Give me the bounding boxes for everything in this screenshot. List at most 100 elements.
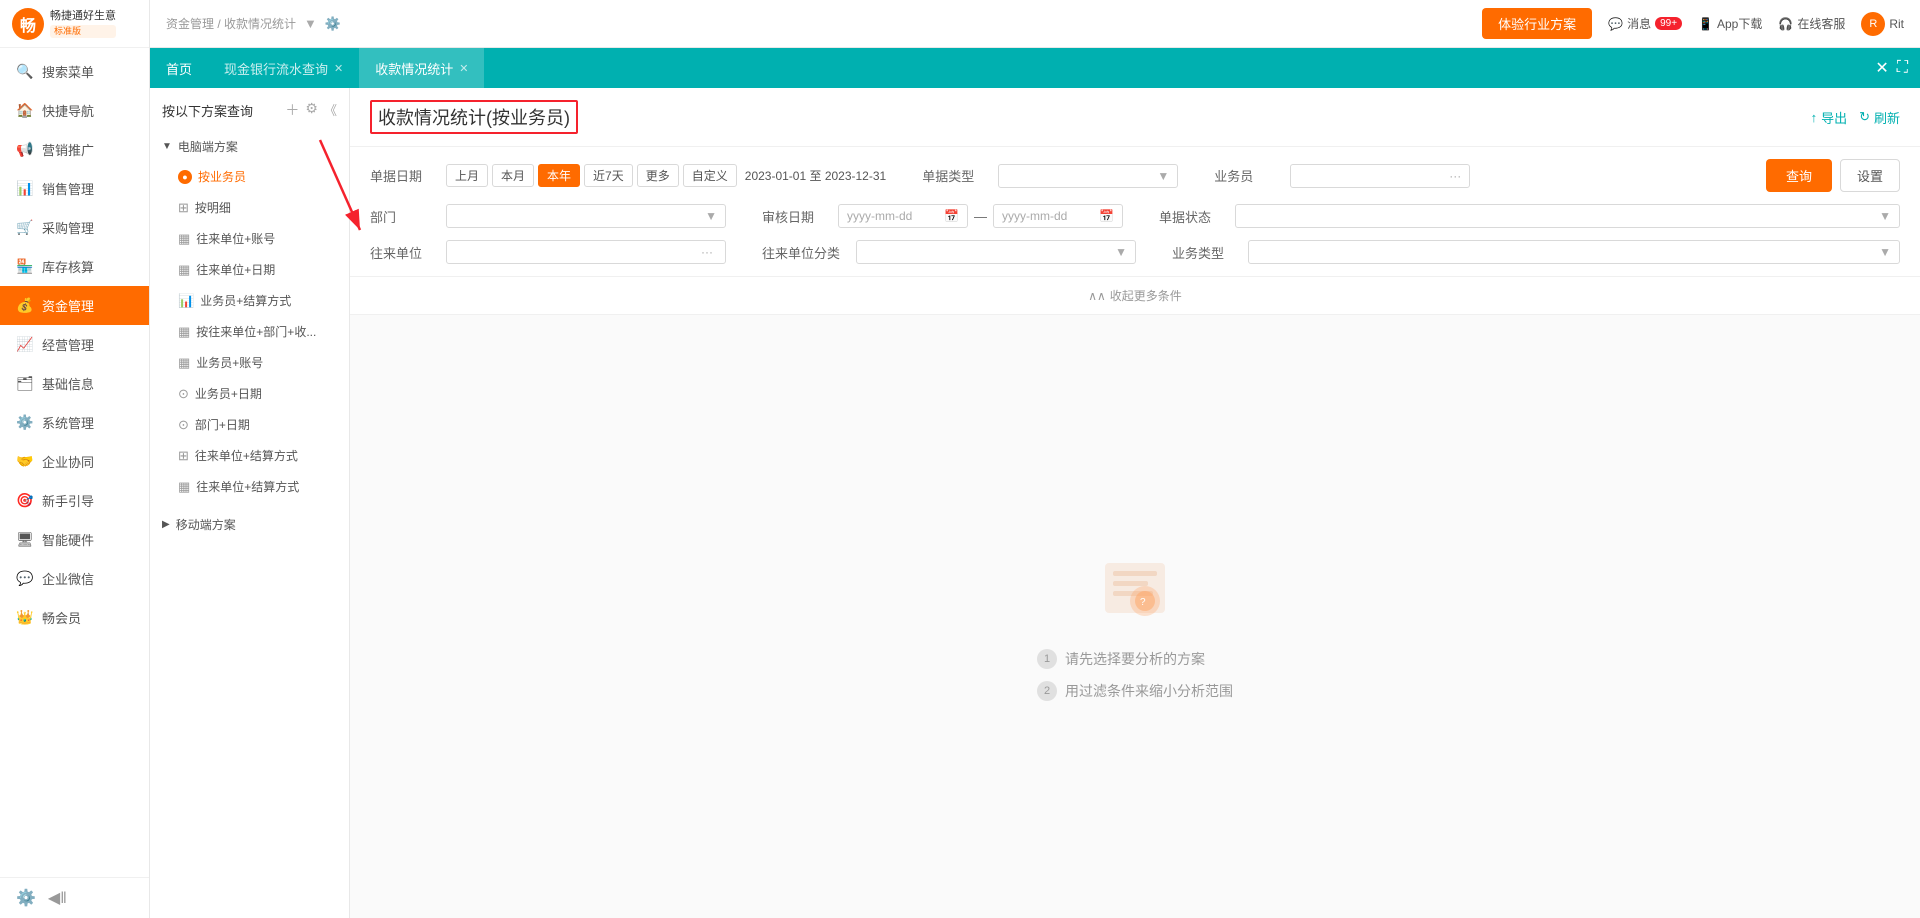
trial-btn[interactable]: 体验行业方案 (1482, 8, 1592, 39)
audit-date-to[interactable]: yyyy-mm-dd 📅 (993, 204, 1123, 228)
page-header: 收款情况统计(按业务员) ↑ 导出 ↻ 刷新 (350, 88, 1920, 147)
date-this-month-btn[interactable]: 本月 (492, 164, 534, 187)
table-icon-2: ▦ (178, 262, 190, 278)
clock-icon-1: ⊙ (178, 386, 189, 402)
biz-type-select[interactable]: ▼ (1248, 240, 1900, 264)
scheme-by-salesperson[interactable]: ● 按业务员 (150, 161, 349, 192)
message-btn[interactable]: 💬 消息 99+ (1608, 15, 1682, 32)
tab-close-collection[interactable]: ✕ (459, 62, 468, 75)
marketing-icon: 📢 (16, 141, 34, 159)
sidebar-item-newbie[interactable]: 🎯 新手引导 (0, 481, 149, 520)
setting-btn[interactable]: 设置 (1840, 159, 1900, 192)
empty-step-2: 2 用过滤条件来缩小分析范围 (1037, 681, 1233, 701)
date-this-year-btn[interactable]: 本年 (538, 164, 580, 187)
desktop-section-title[interactable]: ▼ 电脑端方案 (150, 132, 349, 161)
dept-label: 部门 (370, 207, 430, 226)
collapse-filter-btn[interactable]: ∧∧ 收起更多条件 (1088, 287, 1182, 304)
scheme-counterparty-settlement2[interactable]: ▦ 往来单位+结算方式 (150, 471, 349, 502)
doc-type-dropdown-arrow: ▼ (1157, 169, 1169, 183)
scheme-by-detail[interactable]: ⊞ 按明细 (150, 192, 349, 223)
date-more-btn[interactable]: 更多 (637, 164, 679, 187)
sidebar-item-enterprise[interactable]: 🤝 企业协同 (0, 442, 149, 481)
breadcrumb: 资金管理 / 收款情况统计 (166, 15, 296, 32)
wechat-icon: 💬 (16, 570, 34, 588)
sidebar-item-purchase[interactable]: 🛒 采购管理 (0, 208, 149, 247)
mobile-schemes-section: ▶ 移动端方案 (150, 506, 349, 543)
sidebar-item-basic[interactable]: 🗂 基础信息 (0, 364, 149, 403)
refresh-btn[interactable]: ↻ 刷新 (1859, 108, 1900, 127)
tab-bank-flow[interactable]: 现金银行流水查询 ✕ (208, 48, 359, 88)
user-avatar[interactable]: R Rit (1861, 12, 1904, 36)
collapse-panel-icon[interactable]: 《 (324, 100, 337, 120)
table-icon-5: ▦ (178, 479, 190, 495)
settings-icon[interactable]: ⚙️ (325, 16, 341, 32)
panel-header-icons: ＋ ⚙ 《 (285, 100, 337, 120)
sales-icon: 📊 (16, 180, 34, 198)
sidebar: 畅 畅捷通好生意 标准版 🔍 搜索菜单 🏠 快捷导航 📢 营销推广 📊 销售管理… (0, 0, 150, 918)
sidebar-item-wechat[interactable]: 💬 企业微信 (0, 559, 149, 598)
doc-type-label: 单据类型 (922, 166, 982, 185)
scheme-counterparty-dept-collection[interactable]: ▦ 按往来单位+部门+收... (150, 316, 349, 347)
sidebar-item-operations[interactable]: 📈 经营管理 (0, 325, 149, 364)
breadcrumb-dropdown-icon[interactable]: ▼ (304, 16, 317, 31)
dept-select[interactable]: ▼ (446, 204, 726, 228)
online-service-btn[interactable]: 🎧 在线客服 (1778, 15, 1845, 32)
panel-header: 按以下方案查询 ＋ ⚙ 《 (150, 88, 349, 128)
date-custom-btn[interactable]: 自定义 (683, 164, 737, 187)
detail-icon: ⊞ (178, 200, 189, 216)
hardware-icon: 🖥 (16, 531, 34, 549)
app-download-btn[interactable]: 📱 App下载 (1698, 15, 1762, 32)
date-last-month-btn[interactable]: 上月 (446, 164, 488, 187)
filter-row-2: 部门 ▼ 审核日期 yyyy-mm-dd 📅 — yyyy-mm-dd (370, 204, 1900, 228)
maximize-btn[interactable]: ⛶ (1897, 59, 1908, 77)
sidebar-item-quicknav[interactable]: 🏠 快捷导航 (0, 91, 149, 130)
doc-status-select[interactable]: ▼ (1235, 204, 1900, 228)
counterparty-label: 往来单位 (370, 243, 430, 262)
refresh-icon: ↻ (1859, 109, 1870, 125)
sidebar-item-system[interactable]: ⚙️ 系统管理 (0, 403, 149, 442)
scheme-settings-icon[interactable]: ⚙ (305, 100, 318, 120)
date-selector: 上月 本月 本年 近7天 更多 自定义 2023-01-01 至 2023-12… (446, 164, 886, 187)
sidebar-item-inventory[interactable]: 🏪 库存核算 (0, 247, 149, 286)
scheme-salesperson-settlement[interactable]: 📊 业务员+结算方式 (150, 285, 349, 316)
tab-close-bank[interactable]: ✕ (334, 62, 343, 75)
close-all-tabs-btn[interactable]: ✕ (1875, 58, 1888, 78)
query-btn[interactable]: 查询 (1766, 159, 1832, 192)
tab-collection-stats[interactable]: 收款情况统计 ✕ (359, 48, 484, 88)
sidebar-item-sales[interactable]: 📊 销售管理 (0, 169, 149, 208)
system-icon: ⚙️ (16, 414, 34, 432)
settings-footer-icon[interactable]: ⚙️ (16, 888, 36, 908)
doc-type-select[interactable]: ▼ (998, 164, 1178, 188)
scheme-counterparty-account[interactable]: ▦ 往来单位+账号 (150, 223, 349, 254)
add-scheme-icon[interactable]: ＋ (285, 100, 299, 120)
export-btn[interactable]: ↑ 导出 (1811, 108, 1848, 127)
dept-dropdown-arrow: ▼ (705, 209, 717, 223)
salesperson-select[interactable]: ··· (1290, 164, 1470, 188)
counterparty-cat-label: 往来单位分类 (762, 243, 840, 262)
scheme-dept-date[interactable]: ⊙ 部门+日期 (150, 409, 349, 440)
scheme-salesperson-date[interactable]: ⊙ 业务员+日期 (150, 378, 349, 409)
audit-date-from[interactable]: yyyy-mm-dd 📅 (838, 204, 968, 228)
collapse-up-icon: ∧∧ (1088, 289, 1106, 303)
date-7days-btn[interactable]: 近7天 (584, 164, 633, 187)
sidebar-item-hardware[interactable]: 🖥 智能硬件 (0, 520, 149, 559)
scheme-counterparty-settlement1[interactable]: ⊞ 往来单位+结算方式 (150, 440, 349, 471)
mobile-section-title[interactable]: ▶ 移动端方案 (150, 510, 349, 539)
scheme-salesperson-account[interactable]: ▦ 业务员+账号 (150, 347, 349, 378)
tab-home[interactable]: 首页 (150, 48, 208, 88)
collapse-sidebar-icon[interactable]: ◀‖ (48, 888, 67, 908)
sidebar-item-finance[interactable]: 💰 资金管理 (0, 286, 149, 325)
date-label: 单据日期 (370, 166, 430, 185)
left-panel: 按以下方案查询 ＋ ⚙ 《 ▼ 电脑端方案 ● 按业务员 ⊞ 按 (150, 88, 350, 918)
counterparty-more-icon[interactable]: ··· (697, 245, 717, 259)
sidebar-item-search[interactable]: 🔍 搜索菜单 (0, 52, 149, 91)
counterparty-cat-select[interactable]: ▼ (856, 240, 1136, 264)
sidebar-item-marketing[interactable]: 📢 营销推广 (0, 130, 149, 169)
counterparty-select[interactable]: ··· (446, 240, 726, 264)
salesperson-label: 业务员 (1214, 166, 1274, 185)
scheme-counterparty-date[interactable]: ▦ 往来单位+日期 (150, 254, 349, 285)
logo-icon: 畅 (12, 8, 44, 40)
sidebar-item-member[interactable]: 👑 畅会员 (0, 598, 149, 637)
content-area: 按以下方案查询 ＋ ⚙ 《 ▼ 电脑端方案 ● 按业务员 ⊞ 按 (150, 88, 1920, 918)
right-content: 收款情况统计(按业务员) ↑ 导出 ↻ 刷新 单据日期 (350, 88, 1920, 918)
